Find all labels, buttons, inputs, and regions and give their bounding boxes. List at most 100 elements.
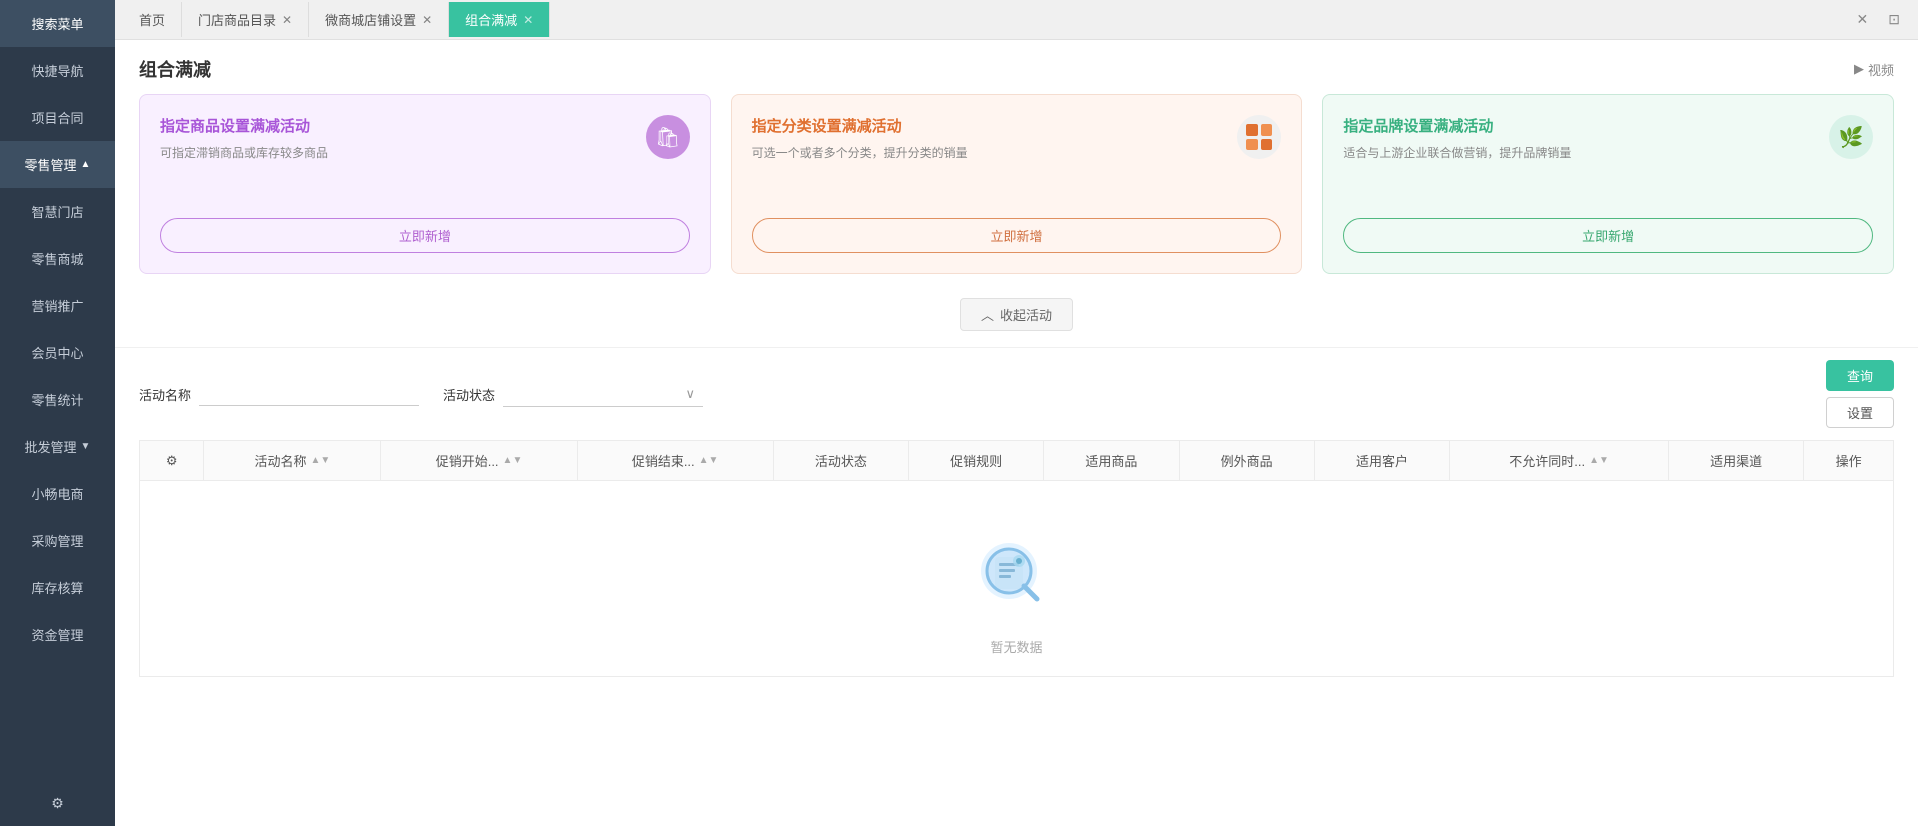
tab-mini-store-settings[interactable]: 微商城店铺设置 ✕ — [309, 2, 449, 37]
sidebar-item-label: 快捷导航 — [31, 61, 83, 80]
sidebar-item-marketing[interactable]: 营销推广 — [0, 282, 115, 329]
sidebar-item-wholesale-mgmt[interactable]: 批发管理 ▼ — [0, 423, 115, 470]
sidebar-item-label: 小畅电商 — [31, 484, 83, 503]
th-promo-rule: 促销规则 — [908, 441, 1043, 481]
sidebar-item-label: 项目合同 — [31, 108, 83, 127]
sidebar-item-member-center[interactable]: 会员中心 — [0, 329, 115, 376]
sidebar-item-project-contract[interactable]: 项目合同 — [0, 94, 115, 141]
grid-cell — [1246, 139, 1258, 151]
page-header: 组合满减 ▶ 视频 — [115, 40, 1918, 94]
grid-cell — [1261, 139, 1273, 151]
sidebar-item-label: 零售管理 — [25, 155, 77, 174]
activity-status-select[interactable]: ∨ — [503, 382, 703, 407]
data-table: ⚙ 活动名称 ▲▼ 促销开始... ▲▼ — [139, 440, 1894, 677]
th-label: 适用渠道 — [1710, 454, 1762, 469]
close-window-button[interactable]: ✕ — [1851, 9, 1875, 30]
card-add-button-product[interactable]: 立即新增 — [160, 218, 690, 253]
th-label: 适用商品 — [1085, 454, 1137, 469]
sidebar-item-label: 零售商城 — [31, 249, 83, 268]
promo-cards: 指定商品设置满减活动 可指定滞销商品或库存较多商品 🛍 立即新增 指定分类设置满… — [115, 94, 1918, 290]
window-controls: ✕ ⊡ — [1851, 9, 1910, 30]
card-title: 指定品牌设置满减活动 — [1343, 115, 1873, 136]
sidebar-item-retail-mgmt[interactable]: 零售管理 ▲ — [0, 141, 115, 188]
card-add-button-brand[interactable]: 立即新增 — [1343, 218, 1873, 253]
collapse-chevron-icon: ︿ — [981, 305, 994, 324]
sidebar-item-label: 会员中心 — [31, 343, 83, 362]
th-applicable-channels: 适用渠道 — [1669, 441, 1804, 481]
query-button[interactable]: 查询 — [1826, 360, 1894, 391]
tab-close-icon[interactable]: ✕ — [282, 13, 292, 27]
expand-icon: ▼ — [81, 441, 91, 452]
empty-state: 暂无数据 — [140, 481, 1893, 676]
page-content: 组合满减 ▶ 视频 指定商品设置满减活动 可指定滞销商品或库存较多商品 🛍 立即… — [115, 40, 1918, 826]
filter-row: 活动名称 活动状态 ∨ 查询 设置 — [115, 347, 1918, 440]
sidebar-item-fund-mgmt[interactable]: 资金管理 — [0, 611, 115, 658]
card-icon-brand: 🌿 — [1829, 115, 1873, 159]
sidebar-item-label: 零售统计 — [31, 390, 83, 409]
sidebar-item-quick-nav[interactable]: 快捷导航 — [0, 47, 115, 94]
play-icon: ▶ — [1854, 61, 1864, 77]
sidebar-item-label: 采购管理 — [31, 531, 83, 550]
table-head: ⚙ 活动名称 ▲▼ 促销开始... ▲▼ — [140, 441, 1894, 481]
activity-name-label: 活动名称 — [139, 385, 191, 404]
th-settings[interactable]: ⚙ — [140, 441, 204, 481]
tab-label: 微商城店铺设置 — [325, 10, 416, 29]
activity-name-input[interactable] — [199, 382, 419, 406]
tab-label: 组合满减 — [465, 10, 517, 29]
maximize-window-button[interactable]: ⊡ — [1882, 9, 1906, 30]
sidebar-item-label: 搜索菜单 — [31, 14, 83, 33]
sidebar-item-label: 智慧门店 — [31, 202, 83, 221]
gear-icon: ⚙ — [51, 795, 64, 811]
sort-icon: ▲▼ — [503, 456, 523, 466]
grid-icon — [1246, 124, 1272, 150]
tab-combo-discount[interactable]: 组合满减 ✕ — [449, 2, 550, 37]
table-body: 暂无数据 — [140, 481, 1894, 677]
tab-home[interactable]: 首页 — [123, 2, 182, 37]
empty-icon — [967, 521, 1067, 621]
table-container: ⚙ 活动名称 ▲▼ 促销开始... ▲▼ — [115, 440, 1918, 677]
tab-list: 首页 门店商品目录 ✕ 微商城店铺设置 ✕ 组合满减 ✕ — [123, 2, 550, 37]
th-applicable-customers: 适用客户 — [1314, 441, 1449, 481]
sidebar-item-purchase-mgmt[interactable]: 采购管理 — [0, 517, 115, 564]
th-no-concurrent[interactable]: 不允许同时... ▲▼ — [1450, 441, 1669, 481]
th-label: 不允许同时... — [1509, 451, 1585, 470]
th-promo-start[interactable]: 促销开始... ▲▼ — [381, 441, 577, 481]
card-by-product: 指定商品设置满减活动 可指定滞销商品或库存较多商品 🛍 立即新增 — [139, 94, 711, 274]
sidebar-item-retail-mall[interactable]: 零售商城 — [0, 235, 115, 282]
th-applicable-goods: 适用商品 — [1044, 441, 1179, 481]
sidebar-item-retail-stats[interactable]: 零售统计 — [0, 376, 115, 423]
tab-close-icon[interactable]: ✕ — [523, 13, 533, 27]
tab-close-icon[interactable]: ✕ — [422, 13, 432, 27]
th-activity-name[interactable]: 活动名称 ▲▼ — [204, 441, 381, 481]
th-label: 活动名称 — [255, 451, 307, 470]
sidebar-item-smart-store[interactable]: 智慧门店 — [0, 188, 115, 235]
grid-cell — [1261, 124, 1273, 136]
sidebar-settings-button[interactable]: ⚙ — [0, 781, 115, 826]
sidebar: 搜索菜单 快捷导航 项目合同 零售管理 ▲ 智慧门店 零售商城 营销推广 会员中… — [0, 0, 115, 826]
card-title: 指定分类设置满减活动 — [752, 115, 1282, 136]
card-by-category: 指定分类设置满减活动 可选一个或者多个分类，提升分类的销量 立即新增 — [731, 94, 1303, 274]
tab-store-catalog[interactable]: 门店商品目录 ✕ — [182, 2, 309, 37]
th-label: 操作 — [1836, 454, 1862, 469]
collapse-button[interactable]: ︿ 收起活动 — [960, 298, 1073, 331]
collapse-bar: ︿ 收起活动 — [115, 290, 1918, 347]
settings-button[interactable]: 设置 — [1826, 397, 1894, 428]
card-add-button-category[interactable]: 立即新增 — [752, 218, 1282, 253]
chevron-down-icon: ∨ — [686, 386, 696, 402]
th-excluded-goods: 例外商品 — [1179, 441, 1314, 481]
th-label: 例外商品 — [1221, 454, 1273, 469]
video-link[interactable]: ▶ 视频 — [1854, 60, 1894, 79]
sidebar-item-label: 批发管理 — [25, 437, 77, 456]
card-desc: 可选一个或者多个分类，提升分类的销量 — [752, 144, 1282, 204]
sidebar-item-inventory-calc[interactable]: 库存核算 — [0, 564, 115, 611]
sort-icon: ▲▼ — [1589, 456, 1609, 466]
sort-icon: ▲▼ — [699, 456, 719, 466]
card-title: 指定商品设置满减活动 — [160, 115, 690, 136]
card-icon-product: 🛍 — [646, 115, 690, 159]
table-header-row: ⚙ 活动名称 ▲▼ 促销开始... ▲▼ — [140, 441, 1894, 481]
sidebar-item-search-menu[interactable]: 搜索菜单 — [0, 0, 115, 47]
th-promo-end[interactable]: 促销结束... ▲▼ — [577, 441, 773, 481]
sidebar-item-xchangpec[interactable]: 小畅电商 — [0, 470, 115, 517]
th-label: 适用客户 — [1356, 454, 1408, 469]
collapse-label: 收起活动 — [1000, 305, 1052, 324]
